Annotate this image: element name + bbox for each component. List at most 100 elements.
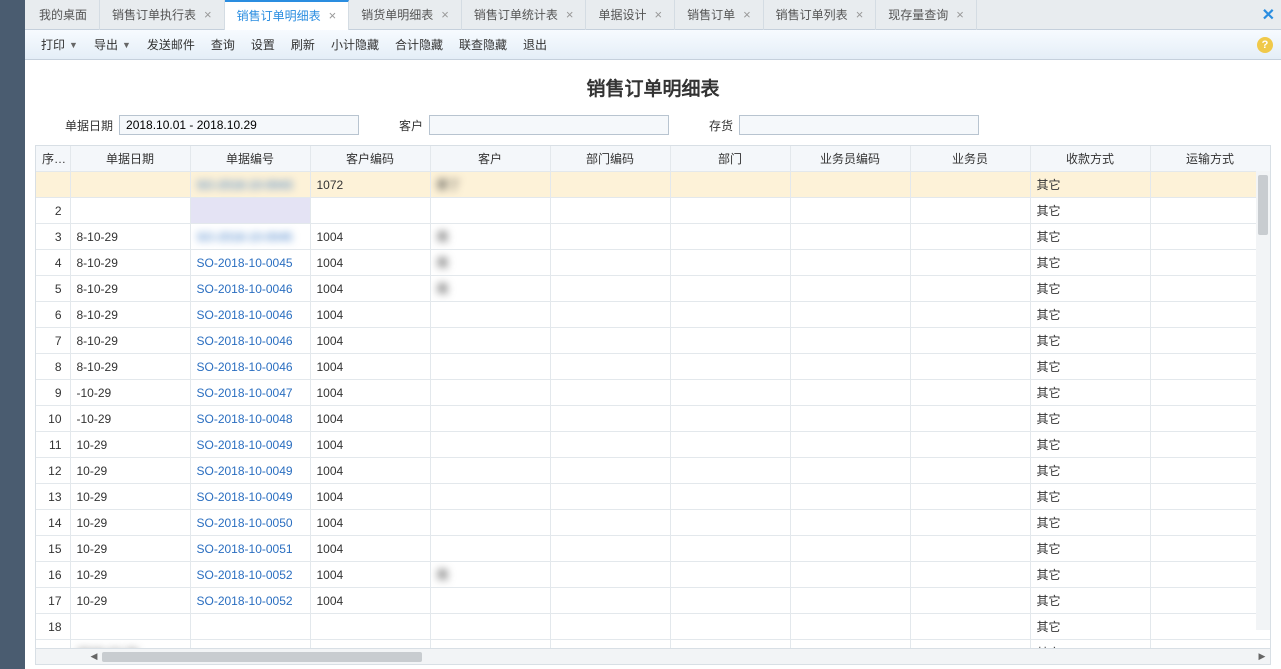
cell [1150, 406, 1270, 432]
cell [790, 328, 910, 354]
table-row[interactable]: 10-10-29SO-2018-10-00481004其它 [36, 406, 1270, 432]
docno-link[interactable]: SO-2018-10-0051 [190, 536, 310, 562]
table-row[interactable]: 1310-29SO-2018-10-00491004其它 [36, 484, 1270, 510]
docno-link[interactable]: SO-2018-10-0045 [190, 250, 310, 276]
cell [790, 406, 910, 432]
cell [550, 484, 670, 510]
col-dept[interactable]: 部门 [670, 146, 790, 172]
left-nav-strip[interactable] [0, 0, 25, 669]
table-row[interactable]: 48-10-29SO-2018-10-00451004南其它 [36, 250, 1270, 276]
col-seq[interactable]: 序号 [36, 146, 70, 172]
docno-link[interactable]: SO-2018-10-0046 [190, 354, 310, 380]
docno-link[interactable]: SO-2018-10-0045 [190, 224, 310, 250]
query-button[interactable]: 查询 [203, 31, 243, 59]
docno-link[interactable]: SO-2018-10-0049 [190, 458, 310, 484]
data-grid[interactable]: 序号 单据日期 单据编号 客户编码 客户 部门编码 部门 业务员编码 业务员 收… [35, 145, 1271, 649]
close-icon[interactable]: × [566, 8, 574, 21]
col-custcode[interactable]: 客户编码 [310, 146, 430, 172]
cell: 2 [36, 198, 70, 224]
docno-link[interactable]: SO-2018-10-0050 [190, 510, 310, 536]
vertical-scrollbar[interactable] [1256, 171, 1270, 630]
docno-link[interactable]: SO-2018-10-0048 [190, 406, 310, 432]
filter-date-input[interactable] [119, 115, 359, 135]
col-docno[interactable]: 单据编号 [190, 146, 310, 172]
tab-0[interactable]: 我的桌面 [27, 0, 100, 30]
docno-link[interactable]: SO-2018-10-0052 [190, 588, 310, 614]
total-hide-button[interactable]: 合计隐藏 [387, 31, 451, 59]
col-deptcode[interactable]: 部门编码 [550, 146, 670, 172]
docno-link[interactable]: SO-2018-10-0047 [190, 380, 310, 406]
tab-8[interactable]: 现存量查询× [876, 0, 977, 30]
horizontal-scrollbar[interactable]: ◀ ▶ [35, 649, 1271, 665]
table-row[interactable]: 58-10-29SO-2018-10-00461004南其它 [36, 276, 1270, 302]
cell: 1004 [310, 224, 430, 250]
tab-7[interactable]: 销售订单列表× [764, 0, 877, 30]
docno-link[interactable]: SO-2018-10-0049 [190, 484, 310, 510]
close-icon[interactable]: × [441, 8, 449, 21]
tab-3[interactable]: 销货单明细表× [349, 0, 462, 30]
col-date[interactable]: 单据日期 [70, 146, 190, 172]
docno-link[interactable]: SO-2018-10-0046 [190, 302, 310, 328]
tab-1[interactable]: 销售订单执行表× [100, 0, 225, 30]
cell [670, 536, 790, 562]
docno-link[interactable]: SO-2018-10-0043 [190, 172, 310, 198]
relate-hide-button[interactable]: 联查隐藏 [451, 31, 515, 59]
table-row[interactable]: 9-10-29SO-2018-10-00471004其它 [36, 380, 1270, 406]
docno-link[interactable]: SO-2018-10-0052 [190, 562, 310, 588]
table-row[interactable]: 1510-29SO-2018-10-00511004其它 [36, 536, 1270, 562]
docno-link[interactable] [190, 614, 310, 640]
cell [430, 302, 550, 328]
send-mail-button[interactable]: 发送邮件 [139, 31, 203, 59]
table-row[interactable]: 192018-10-29其它 [36, 640, 1270, 650]
docno-link[interactable]: SO-2018-10-0046 [190, 276, 310, 302]
scrollbar-thumb[interactable] [1258, 175, 1268, 235]
table-row[interactable]: 18其它 [36, 614, 1270, 640]
docno-link[interactable]: SO-2018-10-0046 [190, 328, 310, 354]
cell [910, 432, 1030, 458]
tab-2[interactable]: 销售订单明细表× [225, 0, 350, 30]
close-icon[interactable]: × [204, 8, 212, 21]
table-row[interactable]: 88-10-29SO-2018-10-00461004其它 [36, 354, 1270, 380]
refresh-button[interactable]: 刷新 [283, 31, 323, 59]
table-row[interactable]: 1410-29SO-2018-10-00501004其它 [36, 510, 1270, 536]
close-icon[interactable]: × [856, 8, 864, 21]
col-salescode[interactable]: 业务员编码 [790, 146, 910, 172]
table-row[interactable]: 68-10-29SO-2018-10-00461004其它 [36, 302, 1270, 328]
col-ship[interactable]: 运输方式 [1150, 146, 1270, 172]
table-row[interactable]: SO-2018-10-00431072蔡丁其它 [36, 172, 1270, 198]
close-all-tabs-icon[interactable]: ✕ [1262, 5, 1275, 25]
docno-link[interactable] [190, 640, 310, 650]
cell [670, 588, 790, 614]
table-row[interactable]: 1710-29SO-2018-10-00521004其它 [36, 588, 1270, 614]
filter-customer-input[interactable] [429, 115, 669, 135]
cell [550, 432, 670, 458]
tab-5[interactable]: 单据设计× [586, 0, 675, 30]
close-icon[interactable]: × [743, 8, 751, 21]
help-icon[interactable]: ? [1257, 37, 1273, 53]
tab-4[interactable]: 销售订单统计表× [462, 0, 587, 30]
col-sales[interactable]: 业务员 [910, 146, 1030, 172]
tab-6[interactable]: 销售订单× [675, 0, 764, 30]
subtotal-hide-button[interactable]: 小计隐藏 [323, 31, 387, 59]
table-row[interactable]: 38-10-29SO-2018-10-00451004南其它 [36, 224, 1270, 250]
close-icon[interactable]: × [654, 8, 662, 21]
close-icon[interactable]: × [329, 9, 337, 22]
col-cust[interactable]: 客户 [430, 146, 550, 172]
filter-stock-input[interactable] [739, 115, 979, 135]
scroll-right-icon[interactable]: ▶ [1254, 650, 1270, 664]
scroll-left-icon[interactable]: ◀ [86, 650, 102, 664]
docno-link[interactable] [190, 198, 310, 224]
close-icon[interactable]: × [956, 8, 964, 21]
table-row[interactable]: 78-10-29SO-2018-10-00461004其它 [36, 328, 1270, 354]
docno-link[interactable]: SO-2018-10-0049 [190, 432, 310, 458]
settings-button[interactable]: 设置 [243, 31, 283, 59]
col-pay[interactable]: 收款方式 [1030, 146, 1150, 172]
table-row[interactable]: 1110-29SO-2018-10-00491004其它 [36, 432, 1270, 458]
exit-button[interactable]: 退出 [515, 31, 555, 59]
table-row[interactable]: 1210-29SO-2018-10-00491004其它 [36, 458, 1270, 484]
table-row[interactable]: 1610-29SO-2018-10-00521004南其它 [36, 562, 1270, 588]
table-row[interactable]: 2其它 [36, 198, 1270, 224]
export-button[interactable]: 导出▼ [86, 31, 139, 59]
scrollbar-thumb[interactable] [102, 652, 422, 662]
print-button[interactable]: 打印▼ [33, 31, 86, 59]
